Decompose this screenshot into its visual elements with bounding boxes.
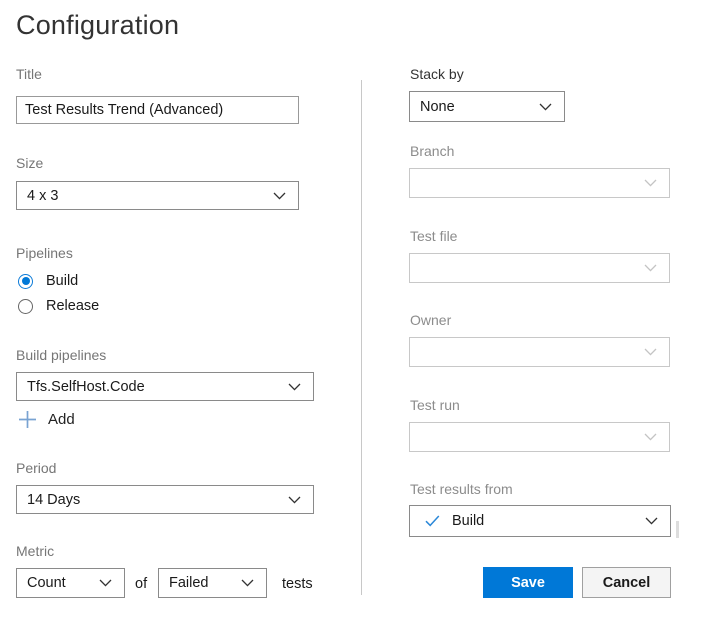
build-pipelines-dropdown[interactable]: Tfs.SelfHost.Code xyxy=(16,372,314,401)
stack-by-label: Stack by xyxy=(410,66,464,82)
period-label: Period xyxy=(16,460,57,476)
test-file-dropdown[interactable] xyxy=(409,253,670,283)
chevron-down-icon xyxy=(99,579,112,587)
chevron-down-icon xyxy=(644,348,657,356)
metric-tests-text: tests xyxy=(282,576,313,592)
outcome-dropdown[interactable]: Failed xyxy=(158,568,267,598)
metric-dropdown-value: Count xyxy=(27,575,66,591)
column-divider xyxy=(361,80,362,595)
radio-build[interactable]: Build xyxy=(18,273,78,289)
period-dropdown-value: 14 Days xyxy=(27,491,81,508)
test-run-label: Test run xyxy=(410,397,460,413)
outcome-dropdown-value: Failed xyxy=(169,575,209,591)
chevron-down-icon xyxy=(288,383,301,391)
build-pipelines-dropdown-value: Tfs.SelfHost.Code xyxy=(27,378,145,395)
chevron-down-icon xyxy=(288,496,301,504)
page-title: Configuration xyxy=(16,10,180,40)
test-run-dropdown[interactable] xyxy=(409,422,670,452)
test-file-label: Test file xyxy=(410,228,458,244)
metric-of-text: of xyxy=(135,576,148,592)
size-label: Size xyxy=(16,155,44,171)
metric-label: Metric xyxy=(16,543,55,559)
cancel-button[interactable]: Cancel xyxy=(582,567,671,598)
build-pipelines-label: Build pipelines xyxy=(16,347,107,363)
test-results-from-dropdown-value: Build xyxy=(452,513,485,529)
test-results-from-label: Test results from xyxy=(410,481,513,497)
owner-dropdown[interactable] xyxy=(409,337,670,367)
owner-label: Owner xyxy=(410,312,452,328)
chevron-down-icon xyxy=(645,517,658,525)
radio-build-label: Build xyxy=(46,273,79,289)
stack-by-dropdown-value: None xyxy=(420,98,455,115)
chevron-down-icon xyxy=(644,433,657,441)
branch-label: Branch xyxy=(410,143,455,159)
size-dropdown[interactable]: 4 x 3 xyxy=(16,181,299,210)
radio-selected-icon xyxy=(18,273,33,289)
add-pipeline-label: Add xyxy=(48,411,75,428)
chevron-down-icon xyxy=(241,579,254,587)
save-button[interactable]: Save xyxy=(483,567,573,598)
title-label: Title xyxy=(16,66,42,82)
period-dropdown[interactable]: 14 Days xyxy=(16,485,314,514)
add-pipeline-button[interactable]: Add xyxy=(18,410,75,429)
configuration-dialog: Configuration Title Size 4 x 3 Pipelines… xyxy=(0,0,701,620)
checkmark-icon xyxy=(425,515,440,527)
test-results-from-dropdown[interactable]: Build xyxy=(409,505,671,537)
scrollbar-thumb[interactable] xyxy=(676,521,679,538)
radio-release[interactable]: Release xyxy=(18,298,99,314)
radio-release-label: Release xyxy=(46,298,100,314)
metric-dropdown[interactable]: Count xyxy=(16,568,125,598)
chevron-down-icon xyxy=(273,192,286,200)
chevron-down-icon xyxy=(644,264,657,272)
pipelines-label: Pipelines xyxy=(16,245,73,261)
chevron-down-icon xyxy=(539,103,552,111)
title-input[interactable] xyxy=(16,96,299,124)
plus-icon xyxy=(18,410,37,429)
size-dropdown-value: 4 x 3 xyxy=(27,187,59,204)
branch-dropdown[interactable] xyxy=(409,168,670,198)
stack-by-dropdown[interactable]: None xyxy=(409,91,565,122)
chevron-down-icon xyxy=(644,179,657,187)
radio-unselected-icon xyxy=(18,298,33,314)
